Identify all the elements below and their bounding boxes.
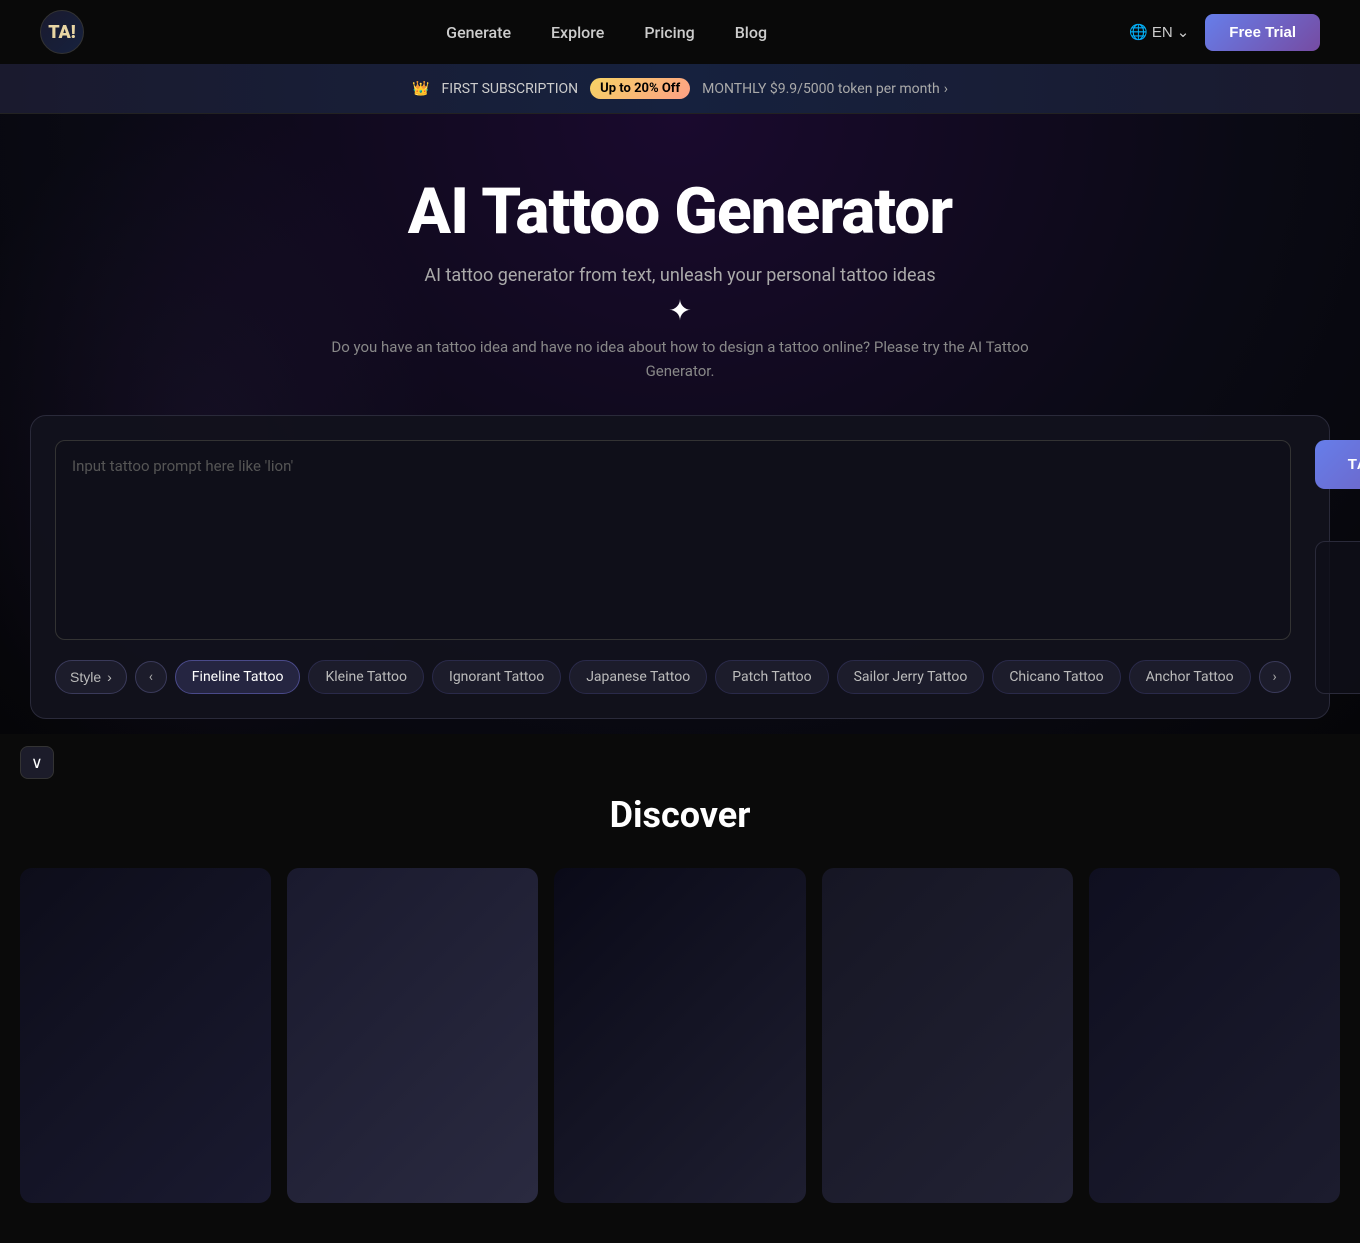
chip-fineline[interactable]: Fineline Tattoo: [175, 660, 301, 694]
nav-generate[interactable]: Generate: [446, 23, 511, 42]
chevron-right-icon: ›: [1273, 669, 1277, 685]
discover-title: Discover: [20, 794, 1340, 836]
generate-button[interactable]: TATTOO DESIGN: [1315, 440, 1360, 489]
textarea-section: Style › ‹ Fineline Tattoo Kleine Tattoo …: [55, 440, 1291, 694]
subscription-text: FIRST SUBSCRIPTION: [442, 81, 579, 97]
logo[interactable]: TA!: [40, 10, 84, 54]
page-title: AI Tattoo Generator: [330, 174, 1030, 249]
free-trial-button[interactable]: Free Trial: [1205, 14, 1320, 51]
navbar: TA! Generate Explore Pricing Blog 🌐 EN ⌄…: [0, 0, 1360, 64]
chip-anchor[interactable]: Anchor Tattoo: [1129, 660, 1251, 694]
nav-pricing[interactable]: Pricing: [644, 23, 694, 42]
discover-card-5[interactable]: [1089, 868, 1340, 1203]
nav-explore[interactable]: Explore: [551, 23, 604, 42]
hero-content: AI Tattoo Generator AI tattoo generator …: [330, 174, 1030, 415]
card-image-5: [1089, 868, 1340, 1203]
discover-card-4[interactable]: [822, 868, 1073, 1203]
tattoo-prompt-input[interactable]: [55, 440, 1291, 640]
monthly-text[interactable]: MONTHLY $9.9/5000 token per month ›: [702, 81, 948, 97]
card-image-3: [554, 868, 805, 1203]
chip-kleine[interactable]: Kleine Tattoo: [308, 660, 424, 694]
style-dropdown-button[interactable]: Style ›: [55, 660, 127, 694]
arrow-icon: ›: [944, 81, 948, 97]
discount-badge[interactable]: Up to 20% Off: [590, 78, 690, 99]
crown-icon: 👑: [412, 81, 429, 97]
hero-description: Do you have an tattoo idea and have no i…: [330, 335, 1030, 383]
chips-next-button[interactable]: ›: [1259, 661, 1291, 693]
chevron-down-icon: ∨: [31, 753, 43, 772]
card-image-1: [20, 868, 271, 1203]
discover-card-2[interactable]: [287, 868, 538, 1203]
promo-banner: 👑 FIRST SUBSCRIPTION Up to 20% Off MONTH…: [0, 64, 1360, 114]
display-public-toggle: Display Public: [1315, 505, 1360, 525]
chip-sailor[interactable]: Sailor Jerry Tattoo: [837, 660, 985, 694]
card-image-4: [822, 868, 1073, 1203]
discover-card-3[interactable]: [554, 868, 805, 1203]
chevron-left-icon: ‹: [149, 669, 153, 685]
nav-blog[interactable]: Blog: [735, 23, 767, 42]
language-selector[interactable]: 🌐 EN ⌄: [1129, 23, 1189, 41]
card-image-2: [287, 868, 538, 1203]
chip-japanese[interactable]: Japanese Tattoo: [569, 660, 707, 694]
generator-card: Style › ‹ Fineline Tattoo Kleine Tattoo …: [30, 415, 1330, 719]
chip-ignorant[interactable]: Ignorant Tattoo: [432, 660, 561, 694]
style-chips-row: Style › ‹ Fineline Tattoo Kleine Tattoo …: [55, 660, 1291, 694]
image-preview: Image is here: [1315, 541, 1360, 694]
nav-links: Generate Explore Pricing Blog: [446, 23, 767, 42]
hero-section: AI Tattoo Generator AI tattoo generator …: [0, 114, 1360, 734]
discover-section: Discover: [0, 734, 1360, 1243]
discover-card-1[interactable]: [20, 868, 271, 1203]
chips-prev-button[interactable]: ‹: [135, 661, 167, 693]
chevron-down-icon: ⌄: [1177, 23, 1190, 41]
nav-right: 🌐 EN ⌄ Free Trial: [1129, 14, 1320, 51]
discover-grid: [20, 868, 1340, 1203]
logo-icon: TA!: [40, 10, 84, 54]
chip-chicano[interactable]: Chicano Tattoo: [992, 660, 1120, 694]
scroll-down-indicator[interactable]: ∨: [20, 746, 54, 779]
right-panel: TATTOO DESIGN Display Public Image is he…: [1315, 440, 1360, 694]
chip-patch[interactable]: Patch Tattoo: [715, 660, 828, 694]
chevron-right-icon: ›: [107, 669, 112, 685]
globe-icon: 🌐: [1129, 23, 1148, 41]
hero-subtitle: AI tattoo generator from text, unleash y…: [330, 265, 1030, 286]
sparkle-icon: ✦: [330, 294, 1030, 327]
